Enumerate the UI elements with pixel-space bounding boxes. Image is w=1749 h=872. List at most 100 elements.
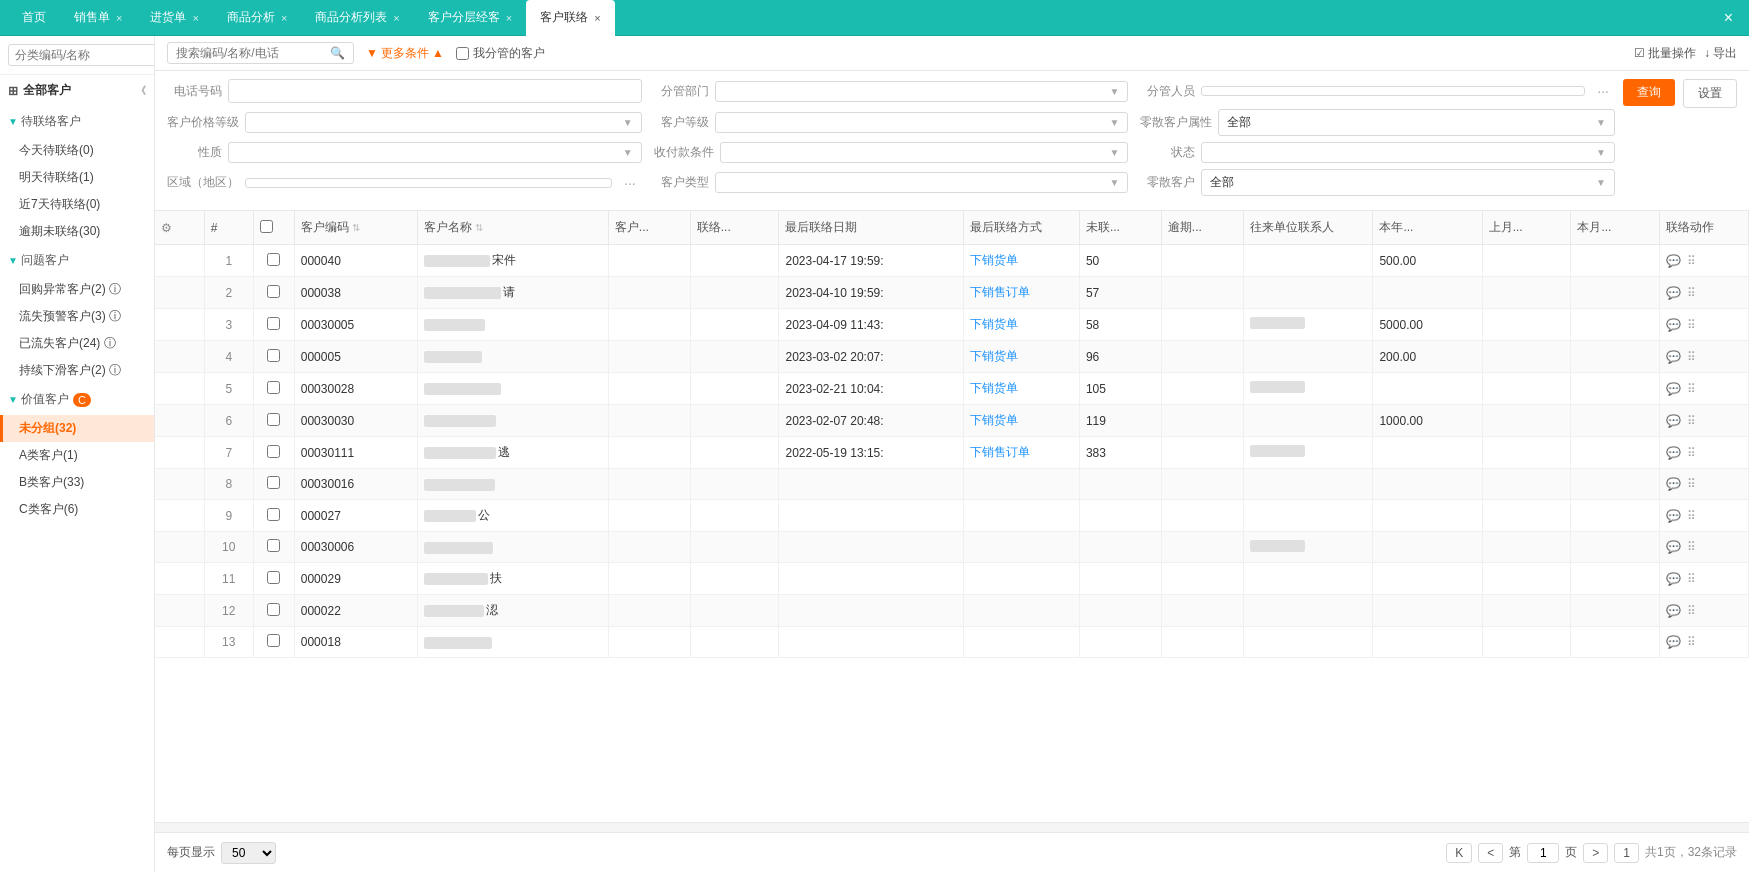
method-cell[interactable] xyxy=(963,500,1079,532)
customer-tier-select[interactable]: ▼ xyxy=(715,112,1129,133)
row-checkbox[interactable] xyxy=(267,476,280,489)
thisyear-col-header[interactable]: 本年... xyxy=(1373,211,1482,245)
row-checkbox[interactable] xyxy=(267,445,280,458)
row-checkbox[interactable] xyxy=(267,285,280,298)
row-checkbox[interactable] xyxy=(267,634,280,647)
more-btn[interactable]: ··· xyxy=(1591,83,1615,99)
reset-button[interactable]: 设置 xyxy=(1683,79,1737,108)
prev-page-button[interactable]: < xyxy=(1478,843,1503,863)
row-checkbox[interactable] xyxy=(267,413,280,426)
method-cell[interactable]: 下销售订单 xyxy=(963,437,1079,469)
region-select[interactable] xyxy=(245,178,612,188)
contact-col-header[interactable]: 联络... xyxy=(690,211,779,245)
customer-type-select[interactable]: ▼ xyxy=(715,172,1129,193)
chat-icon[interactable]: 💬 xyxy=(1666,382,1681,396)
uncontact-col-header[interactable]: 未联... xyxy=(1079,211,1161,245)
method-link[interactable]: 下销货单 xyxy=(970,413,1018,427)
nature-select[interactable]: ▼ xyxy=(228,142,642,163)
menu-icon[interactable]: ⠿ xyxy=(1687,254,1696,268)
menu-icon[interactable]: ⠿ xyxy=(1687,509,1696,523)
sidebar-item-b-tier[interactable]: B类客户(33) xyxy=(0,469,154,496)
sidebar-search-input[interactable] xyxy=(8,44,155,66)
partner-col-header[interactable]: 往来单位联系人 xyxy=(1243,211,1373,245)
page-number-input[interactable] xyxy=(1527,843,1559,863)
method-link[interactable]: 下销货单 xyxy=(970,381,1018,395)
manager-select[interactable] xyxy=(1201,86,1585,96)
menu-icon[interactable]: ⠿ xyxy=(1687,572,1696,586)
method-cell[interactable]: 下销售订单 xyxy=(963,277,1079,309)
row-checkbox[interactable] xyxy=(267,539,280,552)
method-link[interactable]: 下销售订单 xyxy=(970,445,1030,459)
menu-icon[interactable]: ⠿ xyxy=(1687,286,1696,300)
check-col-header[interactable] xyxy=(253,211,294,245)
row-checkbox[interactable] xyxy=(267,508,280,521)
dept-select[interactable]: ▼ xyxy=(715,81,1129,102)
method-link[interactable]: 下销货单 xyxy=(970,349,1018,363)
tab-home[interactable]: 首页 xyxy=(8,0,60,36)
lastmonth-col-header[interactable]: 上月... xyxy=(1482,211,1571,245)
chat-icon[interactable]: 💬 xyxy=(1666,477,1681,491)
price-tier-select[interactable]: ▼ xyxy=(245,112,642,133)
sidebar-item-today[interactable]: 今天待联络(0) xyxy=(0,137,154,164)
more-conditions-button[interactable]: ▼ 更多条件 ▲ xyxy=(366,45,444,62)
check-cell[interactable] xyxy=(253,532,294,563)
sidebar-item-unclassified[interactable]: 未分组(32) xyxy=(0,415,154,442)
close-icon[interactable]: × xyxy=(116,12,122,24)
query-button[interactable]: 查询 xyxy=(1623,79,1675,106)
sidebar-item-tomorrow[interactable]: 明天待联络(1) xyxy=(0,164,154,191)
menu-icon[interactable]: ⠿ xyxy=(1687,477,1696,491)
settings-col-header[interactable]: ⚙ xyxy=(155,211,204,245)
method-cell[interactable] xyxy=(963,627,1079,658)
chat-icon[interactable]: 💬 xyxy=(1666,604,1681,618)
export-button[interactable]: ↓ 导出 xyxy=(1704,45,1737,62)
horizontal-scrollbar[interactable] xyxy=(155,822,1749,832)
check-cell[interactable] xyxy=(253,277,294,309)
search-icon[interactable]: 🔍 xyxy=(330,46,345,60)
sidebar-group-pending-header[interactable]: ▼ 待联络客户 xyxy=(0,106,154,137)
method-cell[interactable]: 下销货单 xyxy=(963,341,1079,373)
menu-icon[interactable]: ⠿ xyxy=(1687,635,1696,649)
batch-ops-button[interactable]: ☑ 批量操作 xyxy=(1634,45,1696,62)
chat-icon[interactable]: 💬 xyxy=(1666,446,1681,460)
row-checkbox[interactable] xyxy=(267,571,280,584)
next-page-button[interactable]: > xyxy=(1583,843,1608,863)
sidebar-group-problem-header[interactable]: ▼ 问题客户 xyxy=(0,245,154,276)
last-page-button[interactable]: 1 xyxy=(1614,843,1639,863)
menu-icon[interactable]: ⠿ xyxy=(1687,350,1696,364)
method-cell[interactable]: 下销货单 xyxy=(963,309,1079,341)
close-icon[interactable]: × xyxy=(393,12,399,24)
phone-input[interactable] xyxy=(228,79,642,103)
date-col-header[interactable]: 最后联络日期 xyxy=(779,211,963,245)
chat-icon[interactable]: 💬 xyxy=(1666,540,1681,554)
check-cell[interactable] xyxy=(253,563,294,595)
check-cell[interactable] xyxy=(253,437,294,469)
chat-icon[interactable]: 💬 xyxy=(1666,318,1681,332)
first-page-button[interactable]: K xyxy=(1446,843,1472,863)
tab-sales[interactable]: 销售单 × xyxy=(60,0,136,36)
sidebar-all-customers[interactable]: ⊞ 全部客户 《 xyxy=(0,75,154,106)
check-cell[interactable] xyxy=(253,341,294,373)
sidebar-item-a-tier[interactable]: A类客户(1) xyxy=(0,442,154,469)
tab-customer-tier[interactable]: 客户分层经客 × xyxy=(414,0,526,36)
my-customers-checkbox[interactable] xyxy=(456,47,469,60)
region-more-btn[interactable]: ··· xyxy=(618,175,642,191)
close-icon[interactable]: × xyxy=(506,12,512,24)
method-link[interactable]: 下销货单 xyxy=(970,253,1018,267)
retail-customer-select[interactable]: 全部 ▼ xyxy=(1201,169,1615,196)
method-cell[interactable] xyxy=(963,469,1079,500)
check-cell[interactable] xyxy=(253,469,294,500)
row-checkbox[interactable] xyxy=(267,603,280,616)
overdue-col-header[interactable]: 逾期... xyxy=(1161,211,1243,245)
chat-icon[interactable]: 💬 xyxy=(1666,509,1681,523)
chat-icon[interactable]: 💬 xyxy=(1666,414,1681,428)
row-checkbox[interactable] xyxy=(267,381,280,394)
method-cell[interactable] xyxy=(963,532,1079,563)
close-all-button[interactable]: × xyxy=(1716,9,1741,27)
menu-icon[interactable]: ⠿ xyxy=(1687,318,1696,332)
check-cell[interactable] xyxy=(253,405,294,437)
sidebar-item-lost[interactable]: 已流失客户(24) ⓘ xyxy=(0,330,154,357)
menu-icon[interactable]: ⠿ xyxy=(1687,446,1696,460)
search-input[interactable] xyxy=(176,46,326,60)
chat-icon[interactable]: 💬 xyxy=(1666,350,1681,364)
row-checkbox[interactable] xyxy=(267,349,280,362)
